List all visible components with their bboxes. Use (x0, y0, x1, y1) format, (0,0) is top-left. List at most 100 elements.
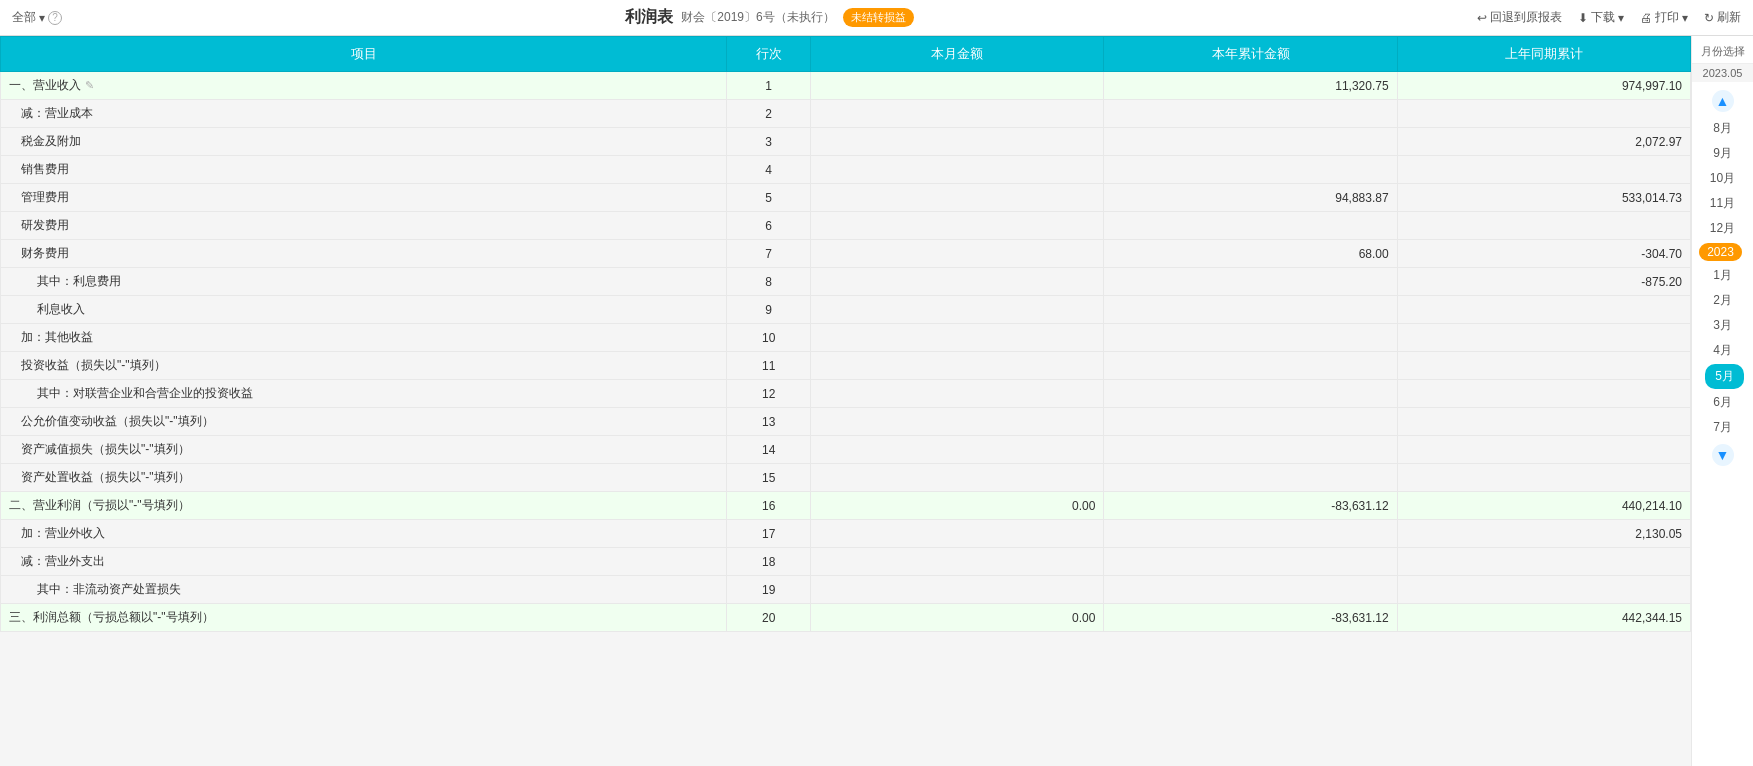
table-row-month-3 (811, 156, 1104, 184)
table-row-prev-10 (1397, 352, 1690, 380)
table-row-item-9: 加：其他收益 (1, 324, 727, 352)
unposted-badge: 未结转损益 (843, 8, 914, 27)
sidebar-month-12[interactable]: 7月 (1699, 415, 1746, 440)
item-text-10: 投资收益（损失以"-"填列） (21, 358, 166, 372)
item-text-12: 公允价值变动收益（损失以"-"填列） (21, 414, 214, 428)
sidebar-month-2[interactable]: 10月 (1699, 166, 1746, 191)
sidebar-month-11[interactable]: 6月 (1699, 390, 1746, 415)
item-text-1: 减：营业成本 (21, 106, 93, 120)
table-row-prev-16: 2,130.05 (1397, 520, 1690, 548)
col-header-month: 本月金额 (811, 37, 1104, 72)
report-table: 项目 行次 本月金额 本年累计金额 上年同期累计 一、营业收入✎111,320.… (0, 36, 1691, 632)
table-row-year-9 (1104, 324, 1397, 352)
table-row-num-12[interactable]: 13 (727, 408, 811, 436)
table-row-month-13 (811, 436, 1104, 464)
table-row-item-1: 减：营业成本 (1, 100, 727, 128)
scroll-down-button[interactable]: ▼ (1712, 444, 1734, 466)
table-row-year-3 (1104, 156, 1397, 184)
table-row-num-2: 3 (727, 128, 811, 156)
table-row-num-11[interactable]: 12 (727, 380, 811, 408)
table-row-prev-8 (1397, 296, 1690, 324)
item-text-6: 财务费用 (21, 246, 69, 260)
table-row-num-9[interactable]: 10 (727, 324, 811, 352)
table-row-month-10 (811, 352, 1104, 380)
table-row-item-19: 三、利润总额（亏损总额以"-"号填列） (1, 604, 727, 632)
month-items: 8月9月10月11月12月 2023 1月2月3月4月5月6月7月 (1699, 116, 1746, 440)
sidebar-month-9[interactable]: 4月 (1699, 338, 1746, 363)
sidebar-month-6[interactable]: 1月 (1699, 263, 1746, 288)
item-text-0: 一、营业收入 (9, 78, 81, 92)
table-row-year-11 (1104, 380, 1397, 408)
sidebar: 月份选择 2023.05 ▲ 8月9月10月11月12月20231月2月3月4月… (1691, 36, 1753, 766)
chevron-down-icon: ▾ (39, 11, 45, 25)
sidebar-month-10[interactable]: 5月 (1705, 364, 1744, 389)
table-row-num-18: 19 (727, 576, 811, 604)
table-row-prev-15: 440,214.10 (1397, 492, 1690, 520)
table-row-year-7 (1104, 268, 1397, 296)
table-row-num-16[interactable]: 17 (727, 520, 811, 548)
table-row-num-4: 5 (727, 184, 811, 212)
item-text-16: 加：营业外收入 (21, 526, 105, 540)
refresh-button[interactable]: ↻ 刷新 (1704, 9, 1741, 26)
table-row-month-9 (811, 324, 1104, 352)
chevron-down-icon2: ▾ (1618, 11, 1624, 25)
table-row-month-6 (811, 240, 1104, 268)
sidebar-month-4[interactable]: 12月 (1699, 216, 1746, 241)
nav-buttons-down: ▼ (1708, 440, 1738, 470)
sidebar-month-7[interactable]: 2月 (1699, 288, 1746, 313)
col-header-year: 本年累计金额 (1104, 37, 1397, 72)
table-row-year-17 (1104, 548, 1397, 576)
table-row-month-1 (811, 100, 1104, 128)
table-row-year-18 (1104, 576, 1397, 604)
table-row-num-6: 7 (727, 240, 811, 268)
table-row-year-19: -83,631.12 (1104, 604, 1397, 632)
print-icon: 🖨 (1640, 11, 1652, 25)
table-row-prev-18 (1397, 576, 1690, 604)
table-row-month-8 (811, 296, 1104, 324)
item-text-2: 税金及附加 (21, 134, 81, 148)
table-row-item-11: 其中：对联营企业和合营企业的投资收益 (1, 380, 727, 408)
month-list: ▲ 8月9月10月11月12月 2023 1月2月3月4月5月6月7月 ▼ (1692, 86, 1753, 470)
main-container: 项目 行次 本月金额 本年累计金额 上年同期累计 一、营业收入✎111,320.… (0, 36, 1753, 766)
back-button[interactable]: ↩ 回退到原报表 (1477, 9, 1562, 26)
table-row-num-10[interactable]: 11 (727, 352, 811, 380)
table-row-prev-12 (1397, 408, 1690, 436)
table-row-year-12 (1104, 408, 1397, 436)
table-row-num-8: 9 (727, 296, 811, 324)
table-row-prev-1 (1397, 100, 1690, 128)
scope-selector[interactable]: 全部 ▾ ? (12, 9, 62, 26)
edit-icon-0[interactable]: ✎ (85, 79, 94, 91)
print-button[interactable]: 🖨 打印 ▾ (1640, 9, 1688, 26)
sidebar-month-3[interactable]: 11月 (1699, 191, 1746, 216)
table-row-prev-19: 442,344.15 (1397, 604, 1690, 632)
item-text-14: 资产处置收益（损失以"-"填列） (21, 470, 190, 484)
table-row-num-14[interactable]: 15 (727, 464, 811, 492)
table-row-month-14 (811, 464, 1104, 492)
table-row-month-17 (811, 548, 1104, 576)
item-text-11: 其中：对联营企业和合营企业的投资收益 (37, 386, 253, 400)
col-header-item: 项目 (1, 37, 727, 72)
report-title: 利润表 (625, 7, 673, 28)
item-text-15: 二、营业利润（亏损以"-"号填列） (9, 498, 190, 512)
table-row-prev-4: 533,014.73 (1397, 184, 1690, 212)
table-row-item-18: 其中：非流动资产处置损失 (1, 576, 727, 604)
sidebar-month-0[interactable]: 8月 (1699, 116, 1746, 141)
table-row-num-5: 6 (727, 212, 811, 240)
sidebar-month-1[interactable]: 9月 (1699, 141, 1746, 166)
table-row-month-5 (811, 212, 1104, 240)
table-row-item-10: 投资收益（损失以"-"填列） (1, 352, 727, 380)
top-bar-center: 利润表 财会〔2019〕6号（未执行） 未结转损益 (625, 7, 913, 28)
top-bar-right: ↩ 回退到原报表 ⬇ 下载 ▾ 🖨 打印 ▾ ↻ 刷新 (1477, 9, 1741, 26)
table-row-year-5 (1104, 212, 1397, 240)
table-row-num-13[interactable]: 14 (727, 436, 811, 464)
sidebar-month-5[interactable]: 2023 (1699, 243, 1742, 261)
table-row-prev-14 (1397, 464, 1690, 492)
item-text-17: 减：营业外支出 (21, 554, 105, 568)
download-button[interactable]: ⬇ 下载 ▾ (1578, 9, 1624, 26)
sidebar-month-8[interactable]: 3月 (1699, 313, 1746, 338)
table-row-prev-3 (1397, 156, 1690, 184)
item-text-19: 三、利润总额（亏损总额以"-"号填列） (9, 610, 214, 624)
help-icon: ? (48, 11, 62, 25)
scroll-up-button[interactable]: ▲ (1712, 90, 1734, 112)
table-row-year-8 (1104, 296, 1397, 324)
